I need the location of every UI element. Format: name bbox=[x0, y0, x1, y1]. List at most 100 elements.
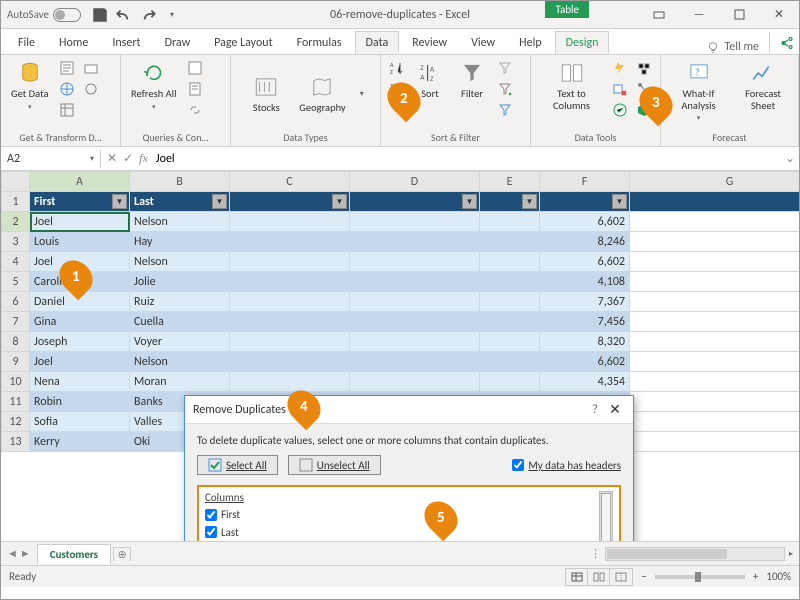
select-all-button[interactable]: Select All bbox=[197, 455, 278, 475]
sheet-nav-prev-icon[interactable]: ◄ bbox=[7, 547, 18, 560]
cell[interactable] bbox=[230, 212, 350, 232]
tab-insert[interactable]: Insert bbox=[101, 31, 151, 54]
cell[interactable]: Joel bbox=[30, 212, 130, 232]
dialog-help-icon[interactable]: ? bbox=[585, 403, 605, 417]
col-header-C[interactable]: C bbox=[230, 172, 350, 192]
save-icon[interactable] bbox=[91, 6, 109, 24]
edit-links-icon[interactable] bbox=[185, 100, 205, 120]
row-header-2[interactable]: 2 bbox=[2, 212, 30, 232]
column-checkbox-last[interactable]: Last bbox=[205, 524, 593, 541]
cell[interactable] bbox=[630, 212, 800, 232]
cell[interactable] bbox=[630, 332, 800, 352]
cell[interactable] bbox=[480, 312, 540, 332]
minimize-icon[interactable]: — bbox=[679, 1, 719, 29]
close-icon[interactable]: ✕ bbox=[759, 1, 799, 29]
sheet-tab-customers[interactable]: Customers bbox=[37, 544, 111, 564]
cell[interactable]: 6,602 bbox=[540, 352, 630, 372]
cell[interactable]: Joseph bbox=[30, 332, 130, 352]
stocks-button[interactable]: Stocks bbox=[247, 72, 285, 116]
cell[interactable]: 7,456 bbox=[540, 312, 630, 332]
queries-pane-icon[interactable] bbox=[185, 58, 205, 78]
cell[interactable]: Louis bbox=[30, 232, 130, 252]
undo-icon[interactable] bbox=[115, 6, 133, 24]
tab-draw[interactable]: Draw bbox=[154, 31, 202, 54]
what-if-button[interactable]: ? What-If Analysis▾ bbox=[667, 58, 730, 124]
row-header-1[interactable]: 1 bbox=[2, 192, 30, 212]
cell[interactable]: Ruiz bbox=[130, 292, 230, 312]
table-header-cell[interactable]: ▼ bbox=[480, 192, 540, 212]
cell[interactable] bbox=[480, 372, 540, 392]
autosave[interactable]: AutoSave bbox=[7, 8, 81, 22]
cell[interactable] bbox=[230, 332, 350, 352]
cell[interactable] bbox=[350, 272, 480, 292]
cell[interactable] bbox=[630, 252, 800, 272]
cell[interactable] bbox=[350, 372, 480, 392]
unselect-all-button[interactable]: Unselect All bbox=[288, 455, 381, 475]
expand-formula-bar-icon[interactable]: ⌄ bbox=[781, 151, 799, 166]
cell[interactable] bbox=[350, 252, 480, 272]
dialog-close-icon[interactable]: ✕ bbox=[605, 401, 625, 418]
filter-dropdown-icon[interactable]: ▼ bbox=[332, 194, 347, 209]
col-header-G[interactable]: G bbox=[630, 172, 800, 192]
cell[interactable] bbox=[350, 292, 480, 312]
page-layout-view-icon[interactable] bbox=[588, 569, 610, 585]
cell[interactable] bbox=[480, 292, 540, 312]
col-header-F[interactable]: F bbox=[540, 172, 630, 192]
sort-asc-icon[interactable]: AZ bbox=[387, 58, 407, 78]
cell[interactable] bbox=[350, 352, 480, 372]
col-header-D[interactable]: D bbox=[350, 172, 480, 192]
cell[interactable]: 6,602 bbox=[540, 212, 630, 232]
col-header-A[interactable]: A bbox=[30, 172, 130, 192]
cell[interactable] bbox=[630, 292, 800, 312]
col-header-E[interactable]: E bbox=[480, 172, 540, 192]
redo-icon[interactable] bbox=[139, 6, 157, 24]
share-icon[interactable] bbox=[769, 32, 799, 54]
tab-formulas[interactable]: Formulas bbox=[286, 31, 353, 54]
from-web-icon[interactable] bbox=[57, 79, 77, 99]
row-header-13[interactable]: 13 bbox=[2, 432, 30, 452]
cell[interactable] bbox=[480, 272, 540, 292]
cell[interactable]: Robin bbox=[30, 392, 130, 412]
tab-help[interactable]: Help bbox=[508, 31, 553, 54]
cell[interactable] bbox=[630, 312, 800, 332]
row-header-3[interactable]: 3 bbox=[2, 232, 30, 252]
cell[interactable]: Nena bbox=[30, 372, 130, 392]
cell[interactable]: Gina bbox=[30, 312, 130, 332]
zoom-in-icon[interactable]: + bbox=[753, 570, 758, 583]
zoom-slider[interactable] bbox=[655, 575, 745, 579]
enter-formula-icon[interactable]: ✓ bbox=[123, 151, 133, 166]
cell[interactable] bbox=[630, 412, 800, 432]
name-box[interactable]: A2▾ bbox=[1, 150, 101, 168]
cell[interactable] bbox=[630, 272, 800, 292]
cell[interactable]: Cuella bbox=[130, 312, 230, 332]
cell[interactable]: 6,602 bbox=[540, 252, 630, 272]
zoom-out-icon[interactable]: − bbox=[641, 570, 646, 583]
flash-fill-icon[interactable] bbox=[610, 58, 630, 78]
filter-dropdown-icon[interactable]: ▼ bbox=[212, 194, 227, 209]
tab-view[interactable]: View bbox=[460, 31, 506, 54]
ribbon-display-options-icon[interactable] bbox=[639, 1, 679, 29]
cell[interactable]: 7,367 bbox=[540, 292, 630, 312]
row-header-5[interactable]: 5 bbox=[2, 272, 30, 292]
cell[interactable] bbox=[230, 372, 350, 392]
row-header-8[interactable]: 8 bbox=[2, 332, 30, 352]
data-validation-icon[interactable] bbox=[610, 100, 630, 120]
cell[interactable]: Jolie bbox=[130, 272, 230, 292]
columns-scrollbar[interactable] bbox=[599, 491, 613, 541]
cell[interactable] bbox=[230, 312, 350, 332]
worksheet[interactable]: ABCDEFG1First▼Last▼▼▼▼▼2JoelNelson6,6023… bbox=[1, 171, 799, 541]
cell[interactable]: Hay bbox=[130, 232, 230, 252]
cell[interactable] bbox=[230, 232, 350, 252]
cell[interactable] bbox=[480, 212, 540, 232]
normal-view-icon[interactable] bbox=[566, 569, 588, 585]
cell[interactable] bbox=[630, 392, 800, 412]
cell[interactable] bbox=[230, 352, 350, 372]
tab-file[interactable]: File bbox=[7, 31, 46, 54]
cell[interactable] bbox=[350, 332, 480, 352]
from-text-icon[interactable] bbox=[57, 58, 77, 78]
headers-checkbox[interactable]: My data has headers bbox=[512, 459, 621, 472]
table-header-cell[interactable]: Last▼ bbox=[130, 192, 230, 212]
qat-customize-icon[interactable]: ▾ bbox=[163, 6, 181, 24]
maximize-icon[interactable] bbox=[719, 1, 759, 29]
cell[interactable]: Voyer bbox=[130, 332, 230, 352]
